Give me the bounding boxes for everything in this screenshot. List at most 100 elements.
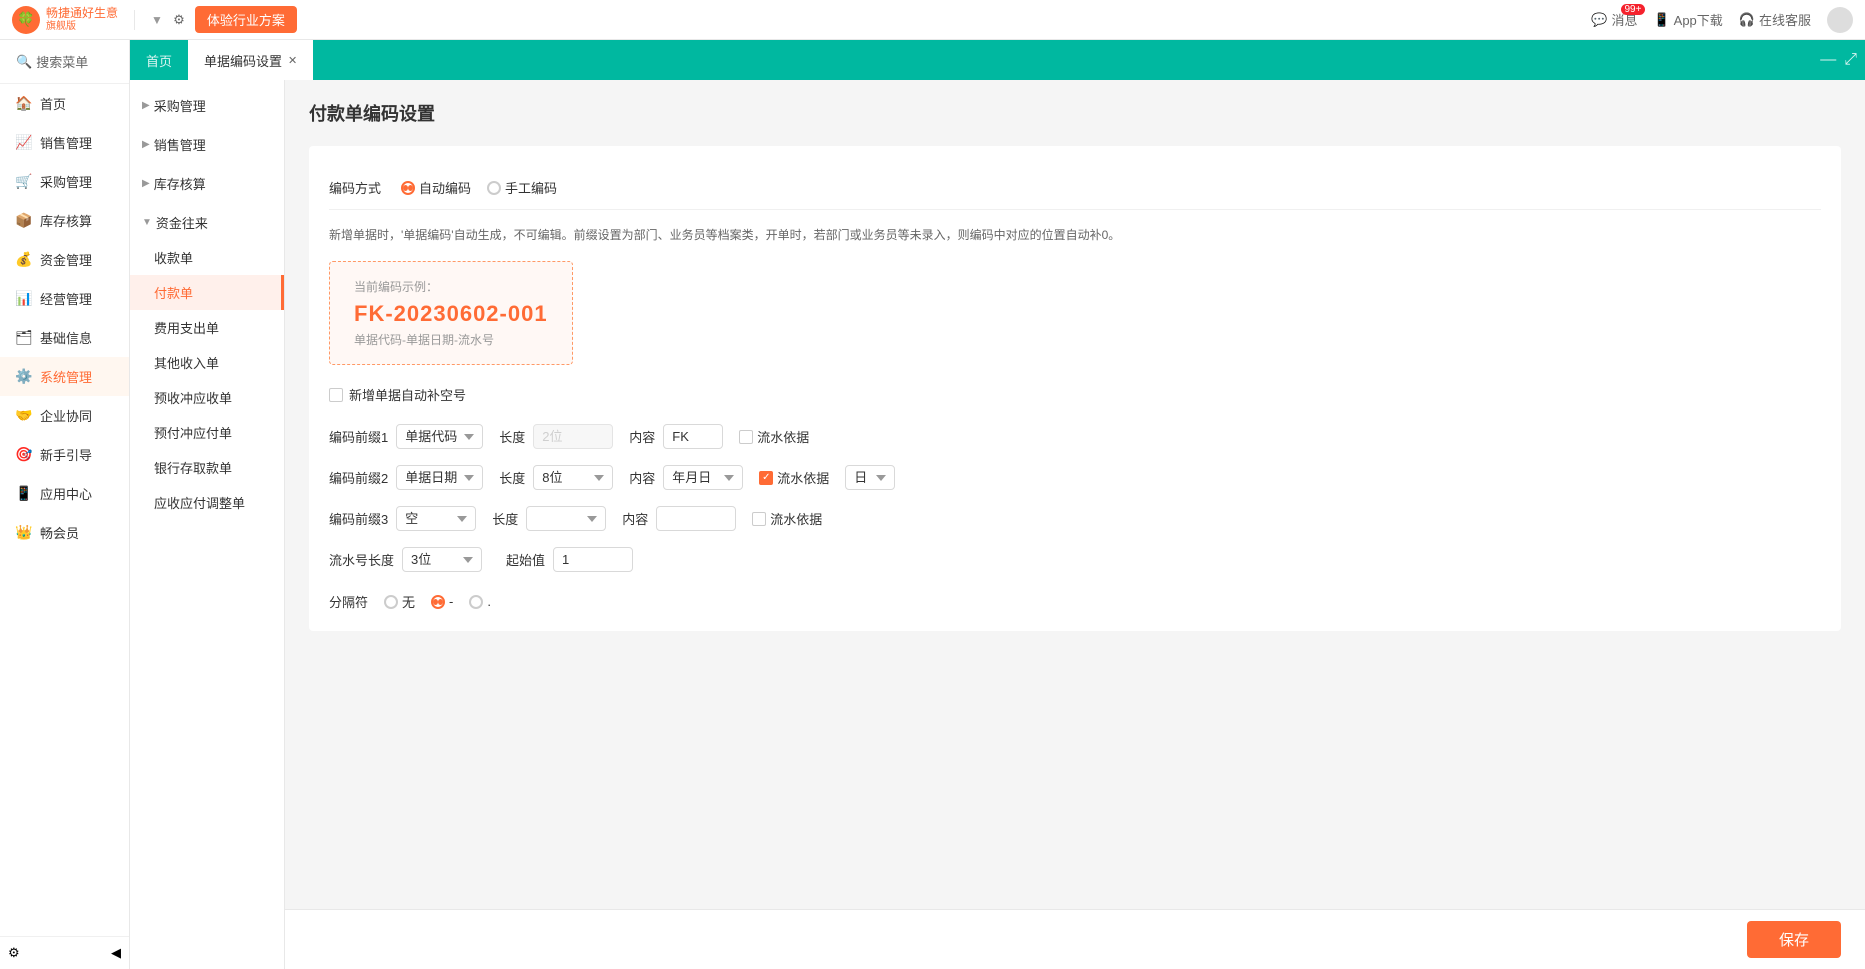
prefix2-field: 编码前缀2 单据日期	[329, 465, 483, 490]
save-button[interactable]: 保存	[1747, 921, 1841, 958]
serial1-label: 流水依据	[757, 427, 809, 446]
brand: 🍀 畅捷通好生意 旗舰版	[12, 6, 118, 34]
encoding-method-label: 编码方式	[329, 178, 381, 197]
length3-select[interactable]	[526, 506, 606, 531]
serial-length-field: 流水号长度 3位	[329, 547, 482, 572]
sub-item-pre-payment[interactable]: 预付冲应付单	[130, 415, 284, 450]
sidebar: 🔍 搜索菜单 🏠 首页 📈 销售管理 🛒 采购管理 📦 库存核算 💰	[0, 40, 130, 969]
arrow-right-icon: ▶	[142, 100, 150, 111]
sub-item-receivable[interactable]: 应收应付调整单	[130, 485, 284, 520]
sep-none-radio[interactable]: 无	[384, 592, 415, 611]
sep-dot-radio[interactable]: .	[469, 594, 491, 609]
main-layout: 🔍 搜索菜单 🏠 首页 📈 销售管理 🛒 采购管理 📦 库存核算 💰	[0, 40, 1865, 969]
sub-item-bank[interactable]: 银行存取款单	[130, 450, 284, 485]
sidebar-item-basic[interactable]: 🗂 基础信息	[0, 318, 129, 357]
serial-length-select[interactable]: 3位	[402, 547, 482, 572]
arrow-down-icon: ▼	[142, 217, 152, 228]
serial1-checkbox[interactable]	[739, 430, 753, 444]
tab-encoding[interactable]: 单据编码设置 ✕	[188, 40, 313, 80]
prefix-row-2: 编码前缀2 单据日期 长度 8位	[329, 465, 1821, 490]
content1-input[interactable]	[663, 424, 723, 449]
sub-group-sales-title[interactable]: ▶ 销售管理	[130, 127, 284, 162]
start-value-input[interactable]	[553, 547, 633, 572]
app-download-item[interactable]: 📱 App下载	[1653, 10, 1722, 29]
auto-encoding-radio[interactable]: 自动编码	[401, 178, 471, 197]
sidebar-item-guide[interactable]: 🎯 新手引导	[0, 435, 129, 474]
sub-item-expense[interactable]: 费用支出单	[130, 310, 284, 345]
prefix2-label: 编码前缀2	[329, 468, 388, 487]
sidebar-item-cooperation[interactable]: 🤝 企业协同	[0, 396, 129, 435]
prefix3-field: 编码前缀3 空	[329, 506, 476, 531]
message-badge: 99+	[1621, 4, 1646, 15]
content2-select[interactable]: 年月日	[663, 465, 743, 490]
preview-box: 当前编码示例： FK-20230602-001 单据代码-单据日期-流水号	[329, 261, 573, 365]
prefix1-select[interactable]: 单据代码	[396, 424, 483, 449]
sidebar-item-system[interactable]: ⚙️ 系统管理	[0, 357, 129, 396]
company-dropdown[interactable]: ▼	[151, 13, 163, 27]
period2-select[interactable]: 日	[845, 465, 895, 490]
bottom-bar: 保存	[285, 909, 1865, 969]
length2-select[interactable]: 8位	[533, 465, 613, 490]
content3-input[interactable]	[656, 506, 736, 531]
top-bar-right: 💬 消息 99+ 📱 App下载 🎧 在线客服	[1591, 7, 1853, 33]
serial2-label: 流水依据	[777, 468, 829, 487]
sidebar-search: 🔍 搜索菜单	[0, 40, 129, 84]
sidebar-item-finance[interactable]: 💰 资金管理	[0, 240, 129, 279]
sidebar-item-purchase[interactable]: 🛒 采购管理	[0, 162, 129, 201]
prefix3-select[interactable]: 空	[396, 506, 476, 531]
sub-item-receipt[interactable]: 收款单	[130, 240, 284, 275]
home-icon: 🏠	[16, 96, 32, 112]
tab-home[interactable]: 首页	[130, 40, 188, 80]
serial2-checkbox[interactable]: ✓	[759, 471, 773, 485]
preview-code: FK-20230602-001	[354, 301, 548, 327]
sidebar-item-operation[interactable]: 📊 经营管理	[0, 279, 129, 318]
auto-fill-checkbox[interactable]	[329, 388, 343, 402]
start-value-field: 起始值	[506, 547, 633, 572]
length2-label: 长度	[499, 468, 525, 487]
settings-footer-icon[interactable]: ⚙	[8, 945, 20, 961]
sub-item-other-income[interactable]: 其他收入单	[130, 345, 284, 380]
sidebar-item-home[interactable]: 🏠 首页	[0, 84, 129, 123]
tab-maximize-button[interactable]: ⤢	[1844, 51, 1857, 69]
basic-icon: 🗂	[16, 330, 32, 346]
sidebar-item-member[interactable]: 👑 畅会员	[0, 513, 129, 552]
sidebar-item-sales[interactable]: 📈 销售管理	[0, 123, 129, 162]
length2-field: 长度 8位	[499, 465, 613, 490]
serial2-checkbox-row: ✓ 流水依据	[759, 468, 829, 487]
hint-text: 新增单据时，'单据编码'自动生成，不可编辑。前缀设置为部门、业务员等档案类，开单…	[329, 226, 1821, 245]
serial3-checkbox[interactable]	[752, 512, 766, 526]
member-icon: 👑	[16, 525, 32, 541]
sub-item-pre-receipt[interactable]: 预收冲应收单	[130, 380, 284, 415]
collapse-icon[interactable]: ◀	[111, 945, 121, 961]
avatar[interactable]	[1827, 7, 1853, 33]
experience-button[interactable]: 体验行业方案	[195, 6, 297, 33]
prefix2-select[interactable]: 单据日期	[396, 465, 483, 490]
top-bar: 🍀 畅捷通好生意 旗舰版 ▼ ⚙ 体验行业方案 💬 消息 99+ 📱 App下载…	[0, 0, 1865, 40]
length1-field: 长度 2位	[499, 424, 613, 449]
auto-fill-label: 新增单据自动补空号	[349, 385, 466, 404]
message-item[interactable]: 💬 消息 99+	[1591, 10, 1637, 29]
search-menu-button[interactable]: 🔍 搜索菜单	[8, 48, 121, 75]
sep-dash-dot	[431, 595, 445, 609]
tab-close-encoding[interactable]: ✕	[288, 54, 297, 67]
prefix3-label: 编码前缀3	[329, 509, 388, 528]
settings-icon[interactable]: ⚙	[169, 10, 189, 30]
online-service-item[interactable]: 🎧 在线客服	[1739, 10, 1811, 29]
sidebar-item-inventory[interactable]: 📦 库存核算	[0, 201, 129, 240]
sidebar-item-apps[interactable]: 📱 应用中心	[0, 474, 129, 513]
sub-group-inventory-title[interactable]: ▶ 库存核算	[130, 166, 284, 201]
content3-label: 内容	[622, 509, 648, 528]
content1-label: 内容	[629, 427, 655, 446]
serial-length-label: 流水号长度	[329, 550, 394, 569]
sub-item-payment[interactable]: 付款单	[130, 275, 284, 310]
message-icon: 💬	[1591, 12, 1607, 28]
length3-field: 长度	[492, 506, 606, 531]
sub-group-capital-title[interactable]: ▼ 资金往来	[130, 205, 284, 240]
content2-label: 内容	[629, 468, 655, 487]
separator-row: 分隔符 无 - .	[329, 592, 1821, 611]
manual-encoding-radio[interactable]: 手工编码	[487, 178, 557, 197]
prefix-row-1: 编码前缀1 单据代码 长度 2位	[329, 424, 1821, 449]
tab-minimize-button[interactable]: —	[1820, 51, 1836, 69]
sub-group-purchase-title[interactable]: ▶ 采购管理	[130, 88, 284, 123]
sep-dash-radio[interactable]: -	[431, 594, 453, 609]
